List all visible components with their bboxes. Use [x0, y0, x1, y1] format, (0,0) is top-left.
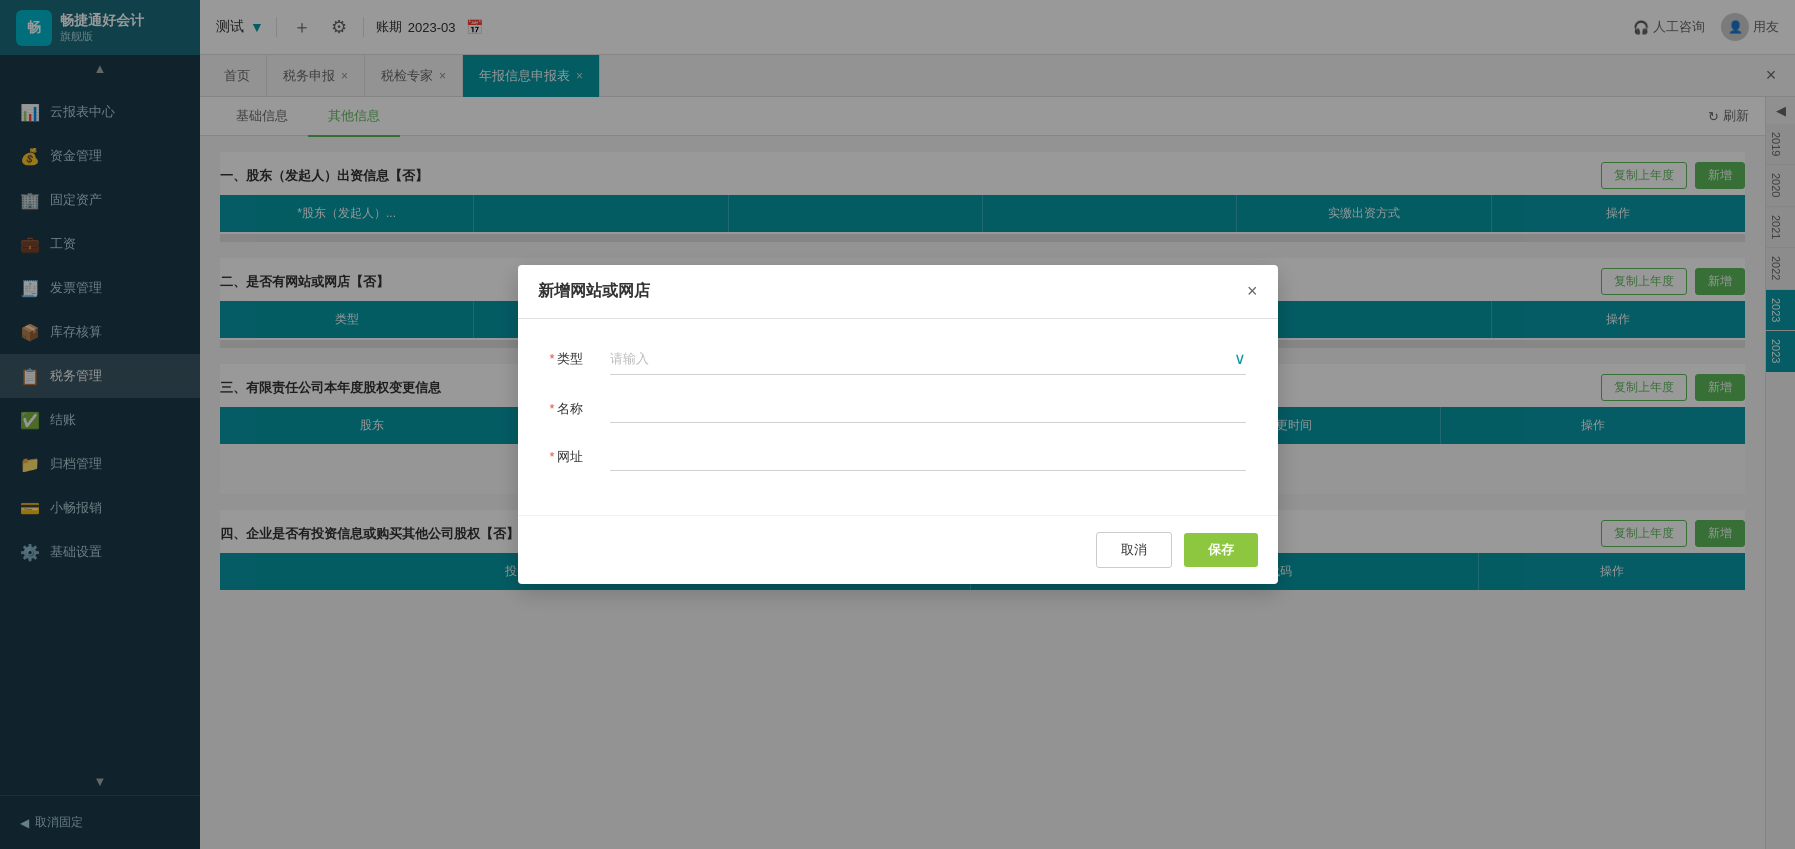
- modal-overlay: 新增网站或网店 × *类型 ∨ *名称: [0, 0, 1795, 849]
- field-label-name: *名称: [550, 400, 610, 418]
- save-button[interactable]: 保存: [1184, 533, 1258, 567]
- modal-title: 新增网站或网店: [538, 281, 650, 302]
- modal-footer: 取消 保存: [518, 515, 1278, 584]
- field-label-type: *类型: [550, 350, 610, 368]
- field-type-wrap[interactable]: ∨: [610, 343, 1246, 375]
- add-website-modal: 新增网站或网店 × *类型 ∨ *名称: [518, 265, 1278, 584]
- form-field-name: *名称: [550, 395, 1246, 423]
- form-field-type: *类型 ∨: [550, 343, 1246, 375]
- field-label-url: *网址: [550, 448, 610, 466]
- modal-header: 新增网站或网店 ×: [518, 265, 1278, 319]
- form-field-url: *网址: [550, 443, 1246, 471]
- cancel-button[interactable]: 取消: [1096, 532, 1172, 568]
- field-url-wrap[interactable]: [610, 443, 1246, 471]
- modal-close-button[interactable]: ×: [1247, 281, 1258, 302]
- name-input[interactable]: [610, 401, 1246, 416]
- type-dropdown-icon[interactable]: ∨: [1234, 349, 1246, 368]
- field-name-wrap[interactable]: [610, 395, 1246, 423]
- modal-body: *类型 ∨ *名称 *网址: [518, 319, 1278, 515]
- type-input[interactable]: [610, 351, 1234, 366]
- url-input[interactable]: [610, 449, 1246, 464]
